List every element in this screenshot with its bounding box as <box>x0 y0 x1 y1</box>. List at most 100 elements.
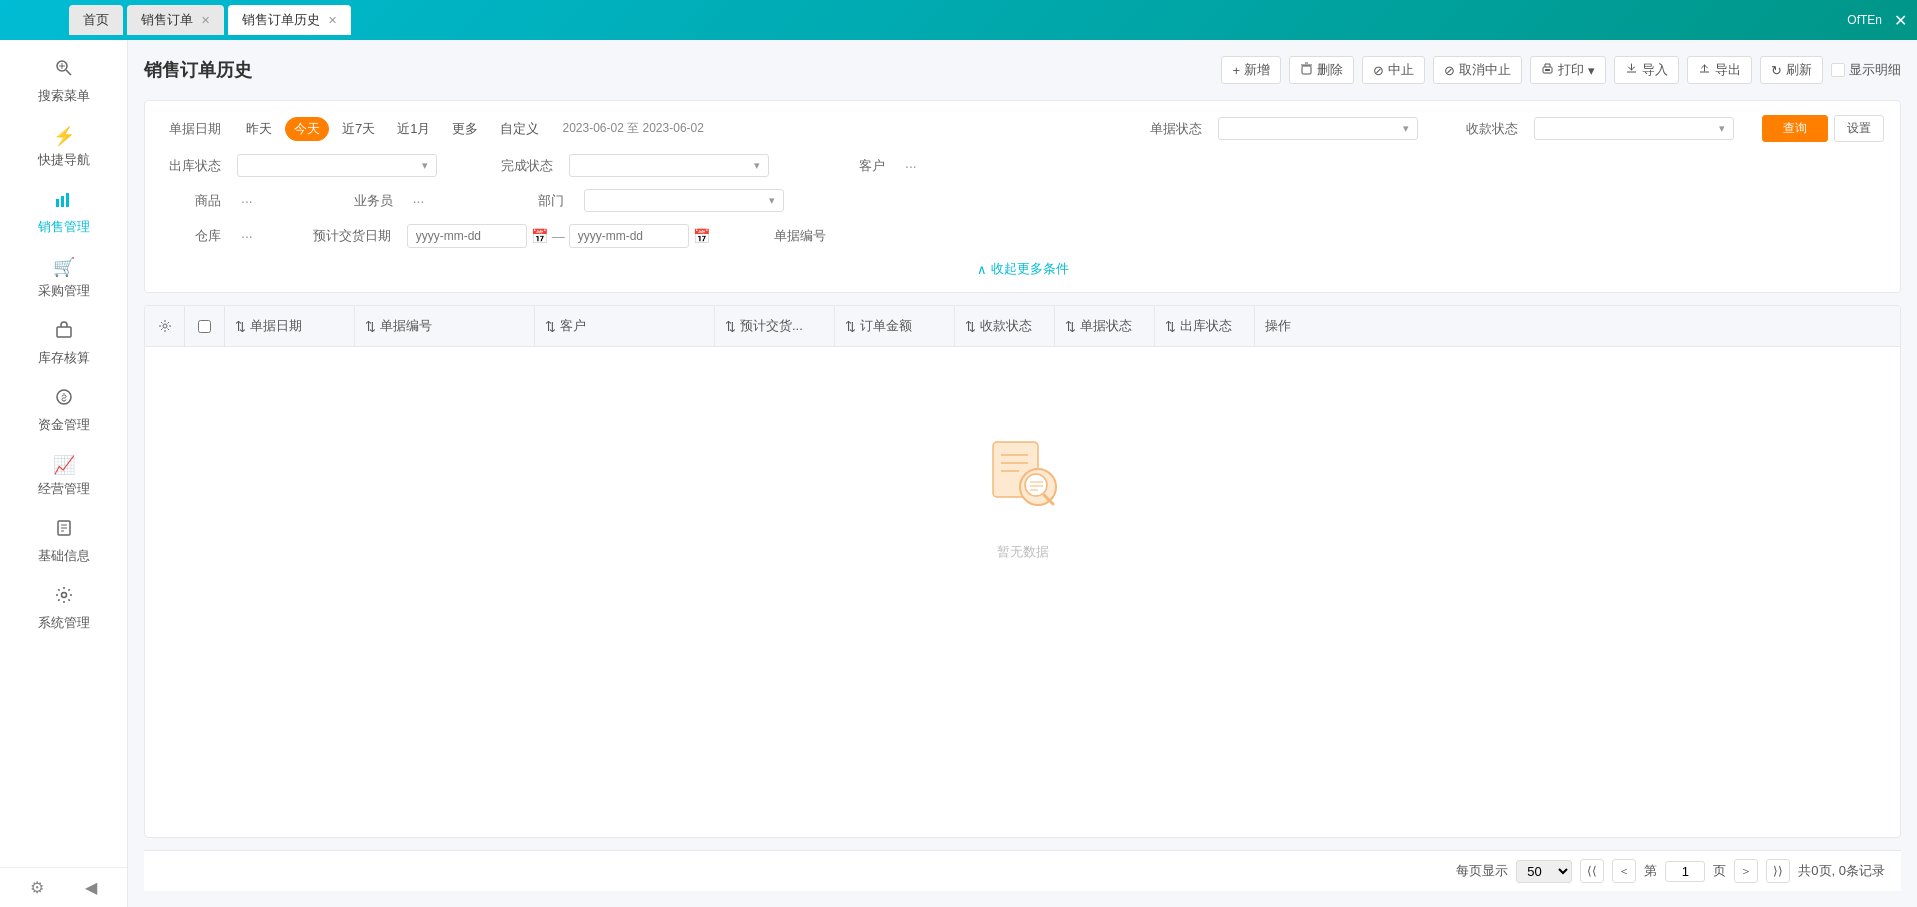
query-button[interactable]: 查询 <box>1762 115 1828 142</box>
refresh-button[interactable]: ↻ 刷新 <box>1760 56 1823 84</box>
tab-home[interactable]: 首页 <box>69 5 123 35</box>
sidebar-item-sys-mgmt[interactable]: 系统管理 <box>0 575 127 642</box>
tab-home-label: 首页 <box>83 11 109 29</box>
customer-label: 客户 <box>825 157 885 175</box>
collapse-up-icon: ∧ <box>977 262 987 277</box>
date-chip-more[interactable]: 更多 <box>443 117 487 141</box>
date-chip-1month[interactable]: 近1月 <box>388 117 439 141</box>
page-input[interactable] <box>1665 861 1705 882</box>
sidebar-item-inventory[interactable]: 库存核算 <box>0 310 127 377</box>
out-status-select[interactable]: ▾ <box>237 154 437 177</box>
delete-button[interactable]: 删除 <box>1289 56 1354 84</box>
th-settings[interactable] <box>145 306 185 346</box>
calendar-icon-from[interactable]: 📅 <box>531 228 548 244</box>
out-status-label: 出库状态 <box>161 157 221 175</box>
date-label: 单据日期 <box>161 120 221 138</box>
goods-label: 商品 <box>161 192 221 210</box>
empty-illustration <box>973 427 1073 527</box>
tab-sales-order-close[interactable]: ✕ <box>201 14 210 27</box>
page-size-label: 每页显示 <box>1456 862 1508 880</box>
salesperson-ellipsis-btn[interactable]: ··· <box>409 193 429 209</box>
th-num[interactable]: ⇅ 单据编号 <box>355 306 535 346</box>
goods-ellipsis-btn[interactable]: ··· <box>237 193 257 209</box>
page-title: 销售订单历史 <box>144 58 252 82</box>
empty-state: 暂无数据 <box>145 347 1900 641</box>
svg-rect-18 <box>1545 69 1550 71</box>
topbar-close-btn[interactable]: ✕ <box>1894 11 1907 30</box>
date-chip-3days[interactable]: 今天 <box>285 117 329 141</box>
th-checkbox[interactable] <box>185 306 225 346</box>
sidebar-label-inventory: 库存核算 <box>38 349 90 367</box>
search-menu-icon <box>54 58 74 83</box>
display-columns-checkbox[interactable]: 显示明细 <box>1831 61 1901 79</box>
prev-page-btn[interactable]: ＜ <box>1612 859 1636 883</box>
th-num-label: 单据编号 <box>380 317 432 335</box>
sidebar-item-base-info[interactable]: 基础信息 <box>0 508 127 575</box>
tab-sales-order-history-close[interactable]: ✕ <box>328 14 337 27</box>
sidebar-item-ops-mgmt[interactable]: 📈 经营管理 <box>0 444 127 508</box>
collapse-label: 收起更多条件 <box>991 260 1069 278</box>
import-button[interactable]: 导入 <box>1614 56 1679 84</box>
svg-point-8 <box>57 390 71 404</box>
th-status[interactable]: ⇅ 单据状态 <box>1055 306 1155 346</box>
th-delivery-icon: ⇅ <box>725 319 736 334</box>
th-action: 操作 <box>1255 306 1900 346</box>
svg-rect-7 <box>57 327 71 337</box>
ops-mgmt-icon: 📈 <box>53 454 75 476</box>
sidebar-collapse-icon[interactable]: ◀ <box>85 878 97 897</box>
date-range-text: 2023-06-02 至 2023-06-02 <box>562 120 703 137</box>
select-all-checkbox[interactable] <box>198 320 211 333</box>
stop-icon: ⊘ <box>1373 63 1384 78</box>
sidebar-item-sales-mgmt[interactable]: 销售管理 <box>0 179 127 246</box>
sidebar-item-quick-nav[interactable]: ⚡ 快捷导航 <box>0 115 127 179</box>
th-date[interactable]: ⇅ 单据日期 <box>225 306 355 346</box>
delivery-date-to[interactable] <box>569 224 689 248</box>
page-size-select[interactable]: 50 10 20 100 <box>1516 860 1572 883</box>
print-dropdown-icon[interactable]: ▾ <box>1588 63 1595 78</box>
date-chip-yesterday[interactable]: 昨天 <box>237 117 281 141</box>
svg-point-25 <box>1025 474 1047 496</box>
th-customer[interactable]: ⇅ 客户 <box>535 306 715 346</box>
th-out-icon: ⇅ <box>1165 319 1176 334</box>
th-delivery[interactable]: ⇅ 预计交货... <box>715 306 835 346</box>
page-label: 页 <box>1713 862 1726 880</box>
date-chip-7days[interactable]: 近7天 <box>333 117 384 141</box>
dept-chevron: ▾ <box>769 194 775 207</box>
delete-icon <box>1300 62 1313 78</box>
dept-select[interactable]: ▾ <box>584 189 784 212</box>
th-payment[interactable]: ⇅ 收款状态 <box>955 306 1055 346</box>
sidebar-item-finance[interactable]: 资金管理 <box>0 377 127 444</box>
stop-button[interactable]: ⊘ 中止 <box>1362 56 1425 84</box>
complete-status-select[interactable]: ▾ <box>569 154 769 177</box>
payment-status-select[interactable]: ▾ <box>1534 117 1734 140</box>
warehouse-ellipsis-btn[interactable]: ··· <box>237 228 257 244</box>
print-label: 打印 <box>1558 61 1584 79</box>
order-status-select[interactable]: ▾ <box>1218 117 1418 140</box>
export-label: 导出 <box>1715 61 1741 79</box>
purchase-mgmt-icon: 🛒 <box>53 256 75 278</box>
import-icon <box>1625 62 1638 78</box>
tab-sales-order[interactable]: 销售订单 ✕ <box>127 5 224 35</box>
settings-button[interactable]: 设置 <box>1834 115 1884 142</box>
th-amount-icon: ⇅ <box>845 319 856 334</box>
sidebar-settings-icon[interactable]: ⚙ <box>30 878 44 897</box>
next-page-btn[interactable]: ＞ <box>1734 859 1758 883</box>
date-chip-custom[interactable]: 自定义 <box>491 117 548 141</box>
collapse-button[interactable]: ∧ 收起更多条件 <box>977 260 1069 278</box>
new-button[interactable]: + 新增 <box>1221 56 1281 84</box>
svg-rect-14 <box>1302 66 1311 74</box>
filter-row-2: 出库状态 ▾ 完成状态 ▾ 客户 ··· <box>161 154 1884 177</box>
export-button[interactable]: 导出 <box>1687 56 1752 84</box>
delivery-date-from[interactable] <box>407 224 527 248</box>
th-amount[interactable]: ⇅ 订单金额 <box>835 306 955 346</box>
cancel-stop-button[interactable]: ⊘ 取消中止 <box>1433 56 1522 84</box>
tab-sales-order-history[interactable]: 销售订单历史 ✕ <box>228 5 351 35</box>
calendar-icon-to[interactable]: 📅 <box>693 228 710 244</box>
customer-ellipsis-btn[interactable]: ··· <box>901 158 921 174</box>
sidebar-item-purchase-mgmt[interactable]: 🛒 采购管理 <box>0 246 127 310</box>
last-page-btn[interactable]: ⟩⟩ <box>1766 859 1790 883</box>
sidebar-item-search-menu[interactable]: 搜索菜单 <box>0 48 127 115</box>
print-button[interactable]: 打印 ▾ <box>1530 56 1606 84</box>
first-page-btn[interactable]: ⟨⟨ <box>1580 859 1604 883</box>
th-out[interactable]: ⇅ 出库状态 <box>1155 306 1255 346</box>
